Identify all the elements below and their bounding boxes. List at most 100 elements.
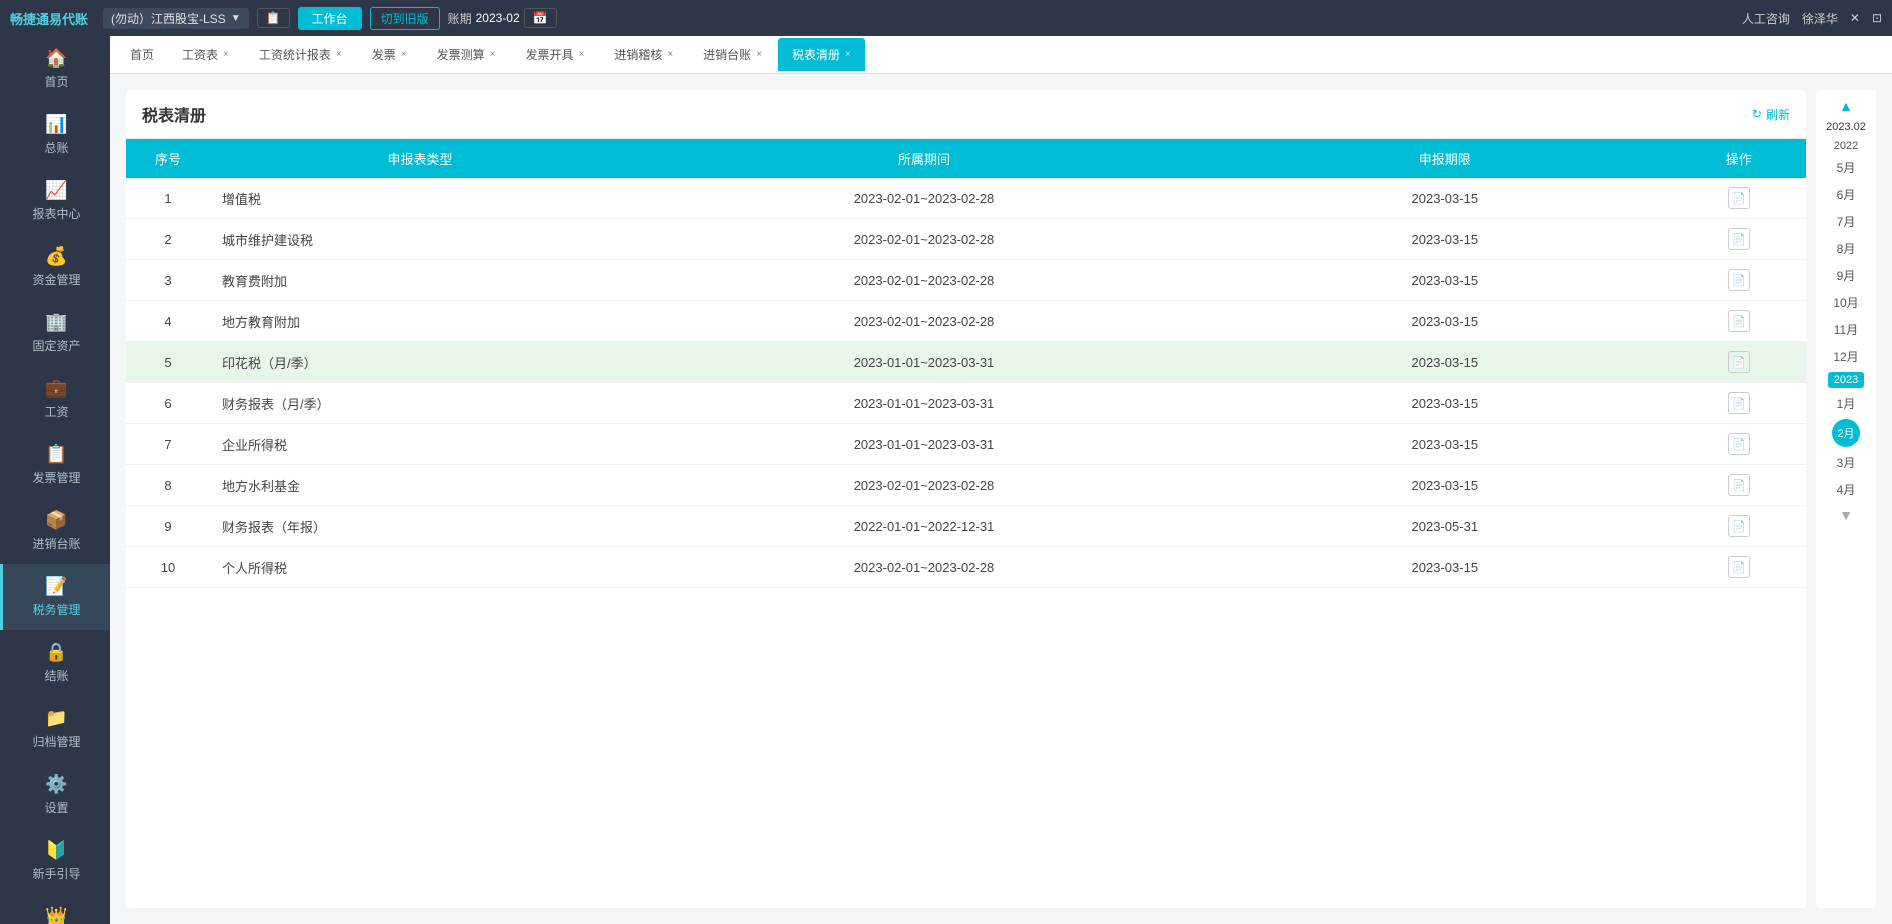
cell-seq: 4: [126, 301, 210, 342]
month-item-2022-11月[interactable]: 11月: [1816, 316, 1876, 343]
sidebar-item-fixed[interactable]: 🏢 固定资产: [0, 300, 110, 366]
month-item-2022-12月[interactable]: 12月: [1816, 343, 1876, 370]
cell-type: 企业所得税: [210, 424, 630, 465]
refresh-label: 刷新: [1766, 106, 1790, 123]
col-header-deadline: 申报期限: [1218, 139, 1672, 178]
tab-close-invoice-calc[interactable]: ×: [490, 49, 496, 60]
month-item-2022-6月[interactable]: 6月: [1816, 181, 1876, 208]
cell-deadline: 2023-03-15: [1218, 547, 1672, 588]
nav-up-btn[interactable]: ▲: [1834, 94, 1858, 118]
sidebar-item-ledger[interactable]: 📊 总账: [0, 102, 110, 168]
maximize-icon[interactable]: ⊡: [1872, 11, 1882, 25]
cell-deadline: 2023-03-15: [1218, 301, 1672, 342]
switch-btn[interactable]: 切到旧版: [370, 7, 440, 30]
cell-deadline: 2023-03-15: [1218, 342, 1672, 383]
cell-period: 2023-01-01~2023-03-31: [630, 383, 1218, 424]
cell-type: 印花税（月/季）: [210, 342, 630, 383]
cell-deadline: 2023-03-15: [1218, 260, 1672, 301]
sidebar-item-home[interactable]: 🏠 首页: [0, 36, 110, 102]
table-wrapper: 序号申报表类型所属期间申报期限操作 1 增值税 2023-02-01~2023-…: [126, 139, 1806, 908]
company-selector[interactable]: (勿动）江西股宝-LSS ▼: [103, 8, 249, 29]
tab-close-salary-table[interactable]: ×: [223, 49, 229, 60]
view-icon[interactable]: 📄: [1728, 556, 1750, 578]
tab-close-purchase-check[interactable]: ×: [667, 49, 673, 60]
main-panel: 税表清册 ↻ 刷新 序号申报表类型所属期间申报期限操作 1 增值税 2023-0…: [126, 90, 1806, 908]
cell-type: 城市维护建设税: [210, 219, 630, 260]
cell-seq: 9: [126, 506, 210, 547]
cell-type: 个人所得税: [210, 547, 630, 588]
month-item-2023-1月[interactable]: 1月: [1816, 390, 1876, 417]
tab-salary-stats[interactable]: 工资统计报表×: [245, 38, 356, 71]
cell-action: 📄: [1672, 383, 1806, 424]
month-item-2023-3月[interactable]: 3月: [1816, 449, 1876, 476]
sidebar-label-home: 首页: [44, 73, 68, 90]
month-item-2022-9月[interactable]: 9月: [1816, 262, 1876, 289]
tab-tax-list[interactable]: 税表清册 ×: [778, 38, 865, 71]
tab-invoice-calc[interactable]: 发票测算×: [423, 38, 510, 71]
month-item-2023-4月[interactable]: 4月: [1816, 476, 1876, 503]
copy-btn[interactable]: 📋: [257, 8, 290, 28]
tab-close-salary-stats[interactable]: ×: [336, 49, 342, 60]
top-bar-right: 人工咨询 徐泽华 ✕ ⊡: [1742, 10, 1882, 27]
month-item-2022-5月[interactable]: 5月: [1816, 154, 1876, 181]
table-row: 2 城市维护建设税 2023-02-01~2023-02-28 2023-03-…: [126, 219, 1806, 260]
tab-close-invoice-open[interactable]: ×: [578, 49, 584, 60]
tab-invoice[interactable]: 发票×: [358, 38, 421, 71]
table-row: 7 企业所得税 2023-01-01~2023-03-31 2023-03-15…: [126, 424, 1806, 465]
cell-action: 📄: [1672, 178, 1806, 219]
sidebar-item-archive[interactable]: 📁 归档管理: [0, 696, 110, 762]
tab-close-tax-list[interactable]: ×: [845, 49, 851, 60]
sidebar-label-close: 结账: [44, 667, 68, 684]
nav-down-btn[interactable]: ▼: [1834, 503, 1858, 527]
tab-label-purchase-check: 进销稽核: [614, 46, 662, 63]
month-item-2022-7月[interactable]: 7月: [1816, 208, 1876, 235]
tab-purchase-check[interactable]: 进销稽核 ×: [600, 38, 687, 71]
close-icon[interactable]: ✕: [1850, 11, 1860, 25]
sidebar-item-purchase[interactable]: 📦 进销台账: [0, 498, 110, 564]
tab-invoice-open[interactable]: 发票开具×: [511, 38, 598, 71]
sidebar-item-settings[interactable]: ⚙️ 设置: [0, 762, 110, 828]
tab-purchase-ledger[interactable]: 进销台账×: [689, 38, 776, 71]
cell-type: 教育费附加: [210, 260, 630, 301]
workspace-btn[interactable]: 工作台: [298, 7, 362, 30]
view-icon[interactable]: 📄: [1728, 392, 1750, 414]
year-item-2023[interactable]: 2023: [1828, 372, 1864, 388]
sidebar-item-tax[interactable]: 📝 税务管理: [0, 564, 110, 630]
sidebar-item-salary[interactable]: 💼 工资: [0, 366, 110, 432]
cell-deadline: 2023-03-15: [1218, 219, 1672, 260]
view-icon[interactable]: 📄: [1728, 269, 1750, 291]
view-icon[interactable]: 📄: [1728, 474, 1750, 496]
cell-seq: 8: [126, 465, 210, 506]
sidebar-item-funds[interactable]: 💰 资金管理: [0, 234, 110, 300]
view-icon[interactable]: 📄: [1728, 515, 1750, 537]
month-item-2023-2月[interactable]: 2月: [1832, 419, 1860, 447]
period-value: 2023-02: [476, 11, 520, 25]
view-icon[interactable]: 📄: [1728, 351, 1750, 373]
tab-label-tax-list: 税表清册: [792, 46, 840, 63]
table-row: 1 增值税 2023-02-01~2023-02-28 2023-03-15 📄: [126, 178, 1806, 219]
calendar-icon[interactable]: 📅: [524, 8, 557, 28]
tab-salary-table[interactable]: 工资表×: [168, 38, 243, 71]
cell-period: 2023-02-01~2023-02-28: [630, 547, 1218, 588]
year-item-2022[interactable]: 2022: [1830, 138, 1862, 154]
username[interactable]: 徐泽华: [1802, 10, 1838, 27]
month-item-2022-10月[interactable]: 10月: [1816, 289, 1876, 316]
sidebar-item-close[interactable]: 🔒 结账: [0, 630, 110, 696]
view-icon[interactable]: 📄: [1728, 310, 1750, 332]
tab-close-invoice[interactable]: ×: [401, 49, 407, 60]
tab-home[interactable]: 首页: [118, 38, 166, 71]
view-icon[interactable]: 📄: [1728, 228, 1750, 250]
month-item-2022-8月[interactable]: 8月: [1816, 235, 1876, 262]
tab-close-purchase-ledger[interactable]: ×: [756, 49, 762, 60]
sidebar-item-guide[interactable]: 🔰 新手引导: [0, 828, 110, 894]
sidebar-icon-close: 🔒: [45, 642, 67, 663]
sidebar-icon-fixed: 🏢: [45, 312, 67, 333]
view-icon[interactable]: 📄: [1728, 187, 1750, 209]
sidebar-item-reports[interactable]: 📈 报表中心: [0, 168, 110, 234]
sidebar-item-invoice[interactable]: 📋 发票管理: [0, 432, 110, 498]
sidebar-item-member[interactable]: 👑 畅会员: [0, 894, 110, 924]
ai-consult-btn[interactable]: 人工咨询: [1742, 10, 1790, 27]
refresh-btn[interactable]: ↻ 刷新: [1752, 106, 1790, 123]
cell-seq: 5: [126, 342, 210, 383]
view-icon[interactable]: 📄: [1728, 433, 1750, 455]
